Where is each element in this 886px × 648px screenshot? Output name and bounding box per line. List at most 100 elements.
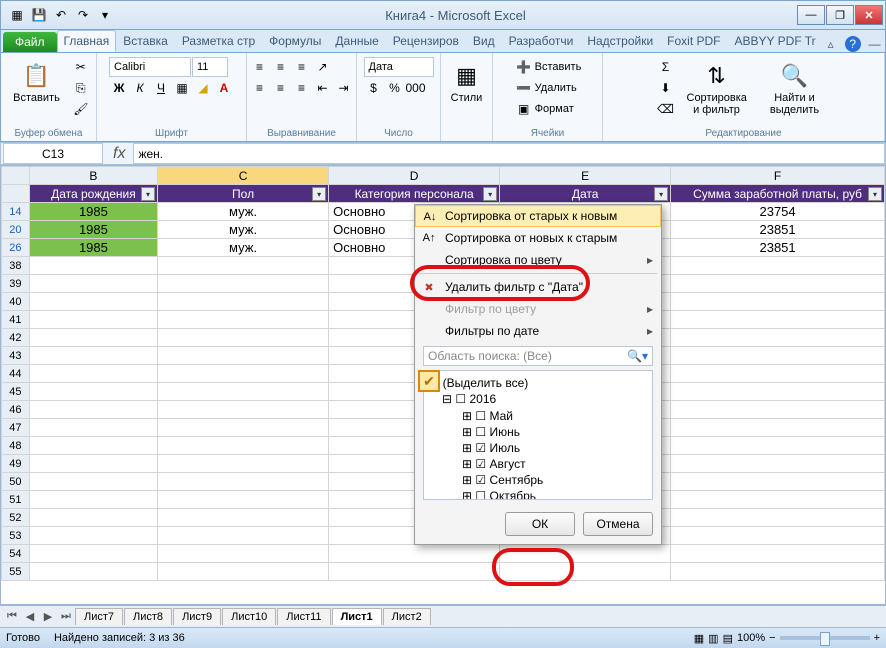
cell[interactable]: 1985 (29, 239, 157, 257)
sort-by-color[interactable]: Сортировка по цвету▸ (415, 249, 661, 271)
sort-filter-button[interactable]: ⇅ Сортировка и фильтр (680, 57, 754, 119)
filter-tree-item[interactable]: ⊞ ☑ Сентябрь (428, 472, 648, 488)
save-icon[interactable]: 💾 (29, 5, 49, 25)
sheet-first-icon[interactable]: ⏮ (4, 610, 20, 623)
currency-icon[interactable]: $ (364, 78, 384, 98)
row-header[interactable]: 42 (2, 329, 30, 347)
row-header[interactable]: 54 (2, 545, 30, 563)
filter-dropdown-icon[interactable]: ▾ (312, 187, 326, 201)
row-header[interactable]: 46 (2, 401, 30, 419)
cut-icon[interactable]: ✂ (71, 57, 91, 77)
filter-dropdown-icon[interactable]: ▾ (483, 187, 497, 201)
indent-inc-icon[interactable]: ⇥ (334, 78, 354, 98)
tab-foxit[interactable]: Foxit PDF (660, 30, 727, 52)
paste-button[interactable]: 📋 Вставить (6, 57, 67, 107)
row-header[interactable]: 47 (2, 419, 30, 437)
sheet-last-icon[interactable]: ⏭ (58, 610, 74, 623)
filter-tree-item[interactable]: ⊞ ☐ Май (428, 408, 648, 424)
select-all-corner[interactable] (2, 167, 30, 185)
sheet-tab[interactable]: Лист8 (124, 608, 172, 625)
view-layout-icon[interactable]: ▥ (708, 632, 718, 645)
font-size-combo[interactable]: 11 (192, 57, 228, 77)
sheet-tab[interactable]: Лист9 (173, 608, 221, 625)
align-left-icon[interactable]: ≡ (250, 78, 270, 98)
view-break-icon[interactable]: ▤ (723, 632, 733, 645)
tab-formulas[interactable]: Формулы (262, 30, 328, 52)
sort-new-to-old[interactable]: A↑ Сортировка от новых к старым (415, 227, 661, 249)
table-header[interactable]: Дата рождения▾ (29, 185, 157, 203)
format-cells-icon[interactable]: ▣ (514, 99, 534, 119)
row-header[interactable]: 45 (2, 383, 30, 401)
view-normal-icon[interactable]: ▦ (694, 632, 704, 645)
file-tab[interactable]: Файл (3, 32, 57, 52)
name-box[interactable]: C13 (3, 143, 103, 164)
column-header[interactable]: B (29, 167, 157, 185)
zoom-slider[interactable] (780, 636, 870, 640)
row-header[interactable]: 43 (2, 347, 30, 365)
fill-icon[interactable]: ⬇ (656, 78, 676, 98)
cell[interactable]: муж. (158, 221, 329, 239)
column-header[interactable]: D (329, 167, 500, 185)
filter-tree-item[interactable]: ⊞ ☐ Октябрь (428, 488, 648, 500)
redo-icon[interactable]: ↷ (73, 5, 93, 25)
tab-data[interactable]: Данные (328, 30, 385, 52)
row-header[interactable]: 44 (2, 365, 30, 383)
table-header[interactable]: Сумма заработной платы, руб▾ (671, 185, 885, 203)
cell[interactable]: 23851 (671, 239, 885, 257)
table-header[interactable]: Категория персонала▾ (329, 185, 500, 203)
cell[interactable]: муж. (158, 203, 329, 221)
clear-filter[interactable]: ✖ Удалить фильтр с "Дата" (415, 276, 661, 298)
row-header[interactable]: 40 (2, 293, 30, 311)
table-header[interactable]: Дата▾ (500, 185, 671, 203)
fx-icon[interactable]: fx (105, 145, 133, 163)
autosum-icon[interactable]: Σ (656, 57, 676, 77)
cell[interactable]: 23851 (671, 221, 885, 239)
row-header[interactable]: 41 (2, 311, 30, 329)
tab-addins[interactable]: Надстройки (580, 30, 660, 52)
zoom-in-icon[interactable]: + (874, 632, 880, 644)
sort-old-to-new[interactable]: A↓ Сортировка от старых к новым (415, 205, 661, 227)
tab-insert[interactable]: Вставка (116, 30, 175, 52)
row-header[interactable]: 39 (2, 275, 30, 293)
insert-cells-icon[interactable]: ➕ (514, 57, 534, 77)
align-mid-icon[interactable]: ≡ (271, 57, 291, 77)
zoom-out-icon[interactable]: − (769, 632, 775, 644)
filter-tree-item[interactable]: ⊞ ☐ Июнь (428, 424, 648, 440)
number-format-combo[interactable]: Дата (364, 57, 434, 77)
doc-min-icon[interactable]: — (867, 36, 883, 52)
format-painter-icon[interactable]: 🖌 (71, 99, 91, 119)
column-header[interactable]: E (500, 167, 671, 185)
close-button[interactable]: ✕ (855, 5, 883, 25)
undo-icon[interactable]: ↶ (51, 5, 71, 25)
qat-more-icon[interactable]: ▾ (95, 5, 115, 25)
border-button[interactable]: ▦ (172, 78, 192, 98)
sheet-tab[interactable]: Лист10 (222, 608, 276, 625)
row-header[interactable]: 26 (2, 239, 30, 257)
sheet-tab[interactable]: Лист7 (75, 608, 123, 625)
row-header[interactable]: 14 (2, 203, 30, 221)
tab-developer[interactable]: Разработчи (502, 30, 581, 52)
filter-dropdown-icon[interactable]: ▾ (868, 187, 882, 201)
row-header[interactable]: 48 (2, 437, 30, 455)
font-name-combo[interactable]: Calibri (109, 57, 191, 77)
cell[interactable]: муж. (158, 239, 329, 257)
formula-input[interactable]: жен. (133, 143, 885, 164)
cell[interactable]: 23754 (671, 203, 885, 221)
sheet-prev-icon[interactable]: ◀ (22, 610, 38, 623)
row-header[interactable]: 50 (2, 473, 30, 491)
help-icon[interactable]: ? (845, 36, 861, 52)
filter-dropdown-icon[interactable]: ▾ (141, 187, 155, 201)
percent-icon[interactable]: % (385, 78, 405, 98)
ok-button[interactable]: ОК (505, 512, 575, 536)
sheet-tab[interactable]: Лист2 (383, 608, 431, 625)
date-filters[interactable]: Фильтры по дате▸ (415, 320, 661, 342)
tab-abbyy[interactable]: ABBYY PDF Tr (728, 30, 823, 52)
orientation-icon[interactable]: ↗ (313, 57, 333, 77)
maximize-button[interactable]: ❐ (826, 5, 854, 25)
tab-review[interactable]: Рецензиров (386, 30, 466, 52)
row-header[interactable]: 53 (2, 527, 30, 545)
styles-button[interactable]: ▦ Стили (444, 57, 490, 107)
bold-button[interactable]: Ж (109, 78, 129, 98)
row-header[interactable]: 20 (2, 221, 30, 239)
filter-dropdown-icon[interactable]: ▾ (654, 187, 668, 201)
